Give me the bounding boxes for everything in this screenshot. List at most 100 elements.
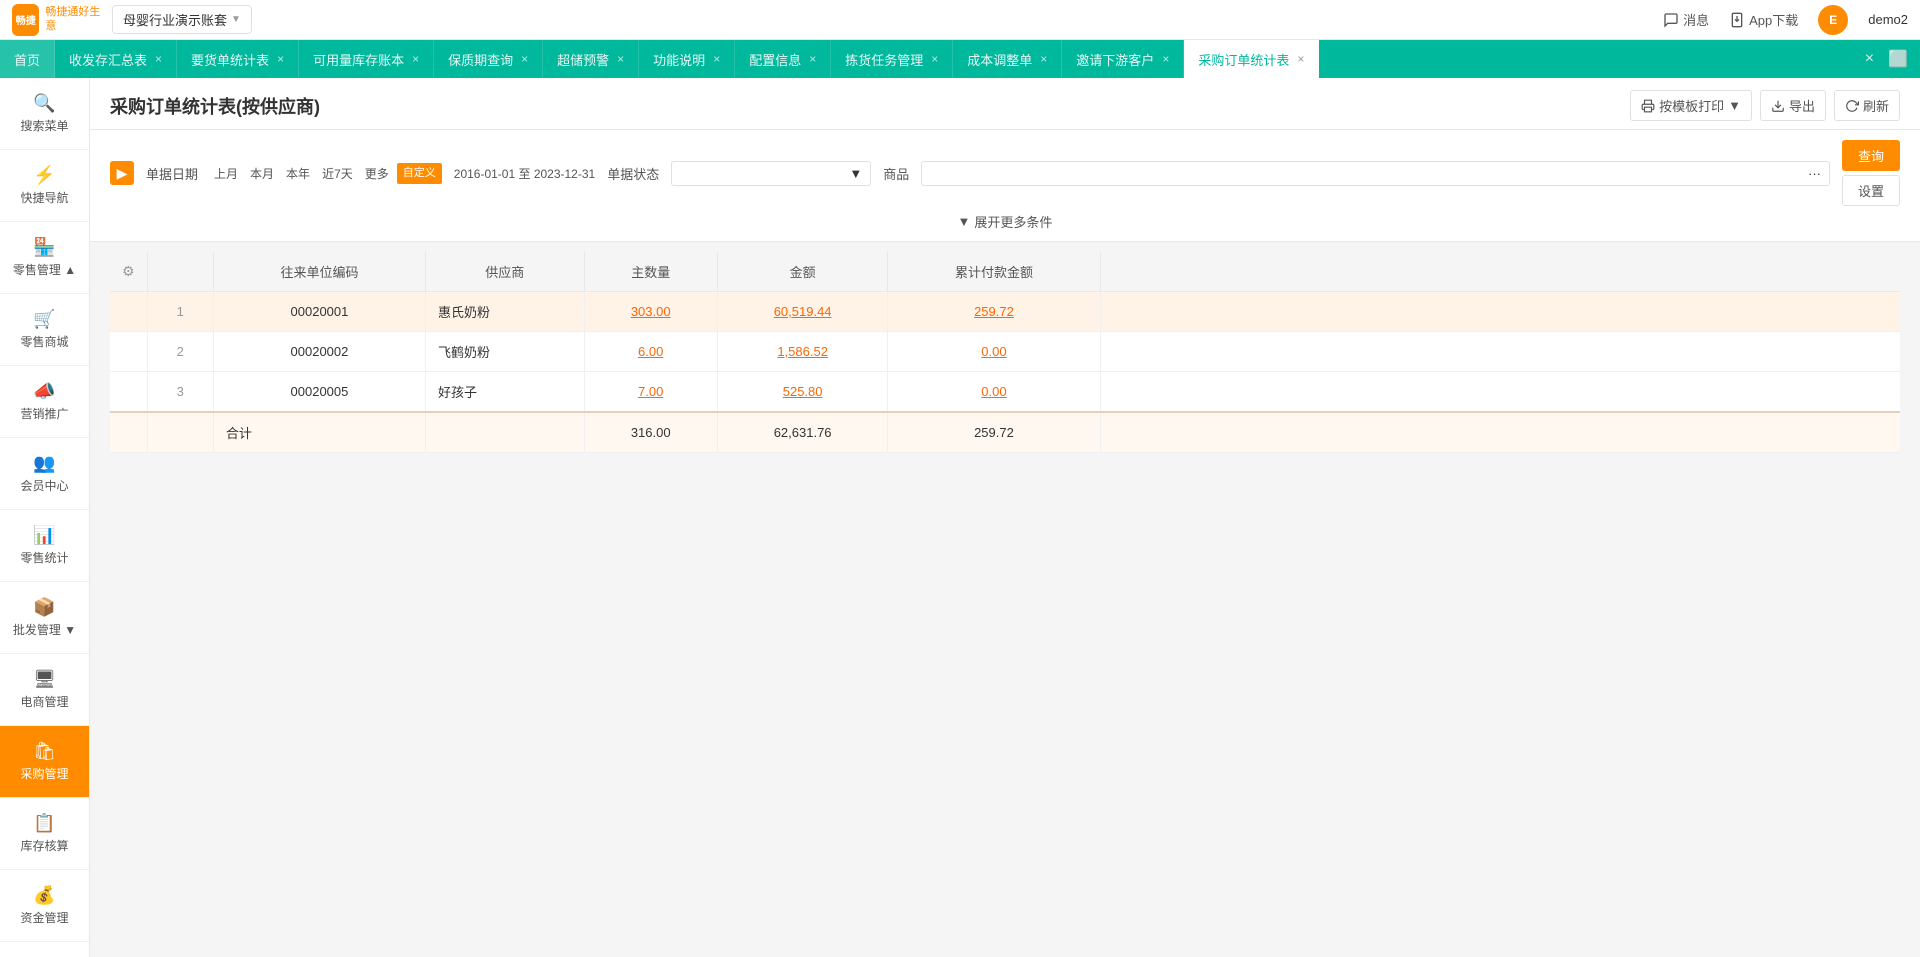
sidebar-item-ecommerce-label: 电商管理 [20, 695, 68, 711]
tab-chaozhu[interactable]: 超储预警 × [543, 40, 639, 78]
table-row[interactable]: 3 00020005 好孩子 7.00 525.80 0.00 [110, 372, 1900, 413]
sidebar-item-finance[interactable]: 💰 资金管理 [0, 870, 89, 942]
tab-close-all-button[interactable]: × [1861, 46, 1878, 72]
row-paid-cell[interactable]: 0.00 [888, 332, 1100, 372]
tab-jianhuo-close[interactable]: × [931, 53, 938, 65]
tab-chengben[interactable]: 成本调整单 × [953, 40, 1062, 78]
tab-peizhi-close[interactable]: × [809, 53, 816, 65]
row-supplier-cell: 惠氏奶粉 [425, 292, 584, 332]
tab-yaohuo-close[interactable]: × [277, 53, 284, 65]
retail-icon: 🏪 [33, 236, 55, 259]
workspace-label: 母婴行业演示账套 [123, 10, 227, 29]
tab-caigou-close[interactable]: × [1297, 53, 1304, 65]
row-amount-link[interactable]: 60,519.44 [774, 304, 832, 319]
table-settings-icon[interactable]: ⚙ [122, 263, 135, 279]
shortcut-more[interactable]: 更多 [361, 163, 393, 184]
sidebar-item-finance-label: 资金管理 [20, 911, 68, 927]
sidebar-item-operation[interactable]: 📈 经营管理 [0, 942, 89, 957]
expand-more-button[interactable]: ▼ 展开更多条件 [958, 212, 1053, 231]
tab-yaoqing-close[interactable]: × [1162, 53, 1169, 65]
row-amount-cell[interactable]: 1,586.52 [717, 332, 888, 372]
row-amount-cell[interactable]: 60,519.44 [717, 292, 888, 332]
row-amount-link[interactable]: 525.80 [783, 384, 823, 399]
query-button[interactable]: 查询 [1842, 140, 1900, 171]
tab-caigou-label: 采购订单统计表 [1198, 50, 1289, 69]
print-icon [1641, 99, 1655, 113]
shortcut-this-month[interactable]: 本月 [246, 163, 278, 184]
filter-goods-select[interactable]: ··· [921, 161, 1830, 186]
row-paid-link[interactable]: 0.00 [981, 344, 1006, 359]
tab-yaoqing[interactable]: 邀请下游客户 × [1062, 40, 1184, 78]
settings-button[interactable]: 设置 [1842, 175, 1900, 206]
expand-down-icon: ▼ [958, 214, 971, 229]
tab-shoufacun-label: 收发存汇总表 [69, 50, 147, 69]
tab-shoufacun-close[interactable]: × [155, 53, 162, 65]
tab-peizhi-label: 配置信息 [749, 50, 801, 69]
tab-baozhi[interactable]: 保质期查询 × [434, 40, 543, 78]
tab-keyongliang-close[interactable]: × [412, 53, 419, 65]
tab-gongneng-close[interactable]: × [713, 53, 720, 65]
sidebar-item-wholesale[interactable]: 📦 批发管理 ▼ [0, 582, 89, 654]
workspace-selector[interactable]: 母婴行业演示账套 ▼ [112, 5, 252, 34]
row-qty-cell[interactable]: 7.00 [584, 372, 717, 413]
sidebar-item-search[interactable]: 🔍 搜索菜单 [0, 78, 89, 150]
tab-peizhi[interactable]: 配置信息 × [735, 40, 831, 78]
row-amount-cell[interactable]: 525.80 [717, 372, 888, 413]
tab-home[interactable]: 首页 [0, 40, 55, 78]
row-paid-link[interactable]: 259.72 [974, 304, 1014, 319]
tab-gongneng[interactable]: 功能说明 × [639, 40, 735, 78]
tab-baozhi-close[interactable]: × [521, 53, 528, 65]
row-settings-cell [110, 292, 147, 332]
sidebar-item-member[interactable]: 👥 会员中心 [0, 438, 89, 510]
sidebar-item-retail[interactable]: 🏪 零售管理 ▲ [0, 222, 89, 294]
tab-yaohuo-label: 要货单统计表 [191, 50, 269, 69]
row-paid-cell[interactable]: 259.72 [888, 292, 1100, 332]
sidebar-item-purchase[interactable]: 🛍 采购管理 [0, 726, 89, 798]
refresh-button[interactable]: 刷新 [1834, 90, 1900, 121]
row-paid-link[interactable]: 0.00 [981, 384, 1006, 399]
user-avatar[interactable]: E [1818, 5, 1848, 35]
tab-chengben-close[interactable]: × [1040, 53, 1047, 65]
filter-status-select[interactable]: ▼ [671, 161, 871, 186]
sidebar-item-ecommerce[interactable]: 🖥 电商管理 [0, 654, 89, 726]
page-header: 采购订单统计表(按供应商) 按模板打印 ▼ 导出 刷新 [90, 78, 1920, 130]
filter-toggle-button[interactable]: ▶ [110, 161, 134, 185]
app-download-button[interactable]: App下载 [1729, 10, 1798, 29]
tab-caigou[interactable]: 采购订单统计表 × [1184, 40, 1319, 78]
filter-goods-more[interactable]: ··· [1808, 166, 1821, 181]
sidebar-item-retailshop-label: 零售商城 [20, 335, 68, 351]
row-num-cell: 1 [147, 292, 213, 332]
sidebar-item-retailshop[interactable]: 🛒 零售商城 [0, 294, 89, 366]
tab-keyongliang[interactable]: 可用量库存账本 × [299, 40, 434, 78]
row-paid-cell[interactable]: 0.00 [888, 372, 1100, 413]
export-button[interactable]: 导出 [1760, 90, 1826, 121]
row-amount-link[interactable]: 1,586.52 [777, 344, 828, 359]
table-body: 1 00020001 惠氏奶粉 303.00 60,519.44 259.72 … [110, 292, 1900, 413]
row-qty-link[interactable]: 303.00 [631, 304, 671, 319]
sidebar-item-purchase-label: 采购管理 [20, 767, 68, 783]
row-extra-cell [1100, 292, 1900, 332]
row-qty-link[interactable]: 7.00 [638, 384, 663, 399]
th-settings[interactable]: ⚙ [110, 252, 147, 292]
row-qty-link[interactable]: 6.00 [638, 344, 663, 359]
sidebar-item-quicknav[interactable]: ⚡ 快捷导航 [0, 150, 89, 222]
table-row[interactable]: 2 00020002 飞鹤奶粉 6.00 1,586.52 0.00 [110, 332, 1900, 372]
shortcut-7days[interactable]: 近7天 [318, 163, 357, 184]
tab-yaohuo[interactable]: 要货单统计表 × [177, 40, 299, 78]
row-settings-cell [110, 332, 147, 372]
message-button[interactable]: 消息 [1663, 10, 1709, 29]
row-qty-cell[interactable]: 6.00 [584, 332, 717, 372]
tab-jianhuo[interactable]: 拣货任务管理 × [831, 40, 953, 78]
tab-expand-button[interactable]: ⬜ [1884, 45, 1912, 73]
row-code-cell: 00020005 [213, 372, 425, 413]
tab-chaozhu-close[interactable]: × [617, 53, 624, 65]
sidebar-item-retailstat[interactable]: 📊 零售统计 [0, 510, 89, 582]
sidebar-item-marketing[interactable]: 📣 营销推广 [0, 366, 89, 438]
shortcut-this-year[interactable]: 本年 [282, 163, 314, 184]
table-row[interactable]: 1 00020001 惠氏奶粉 303.00 60,519.44 259.72 [110, 292, 1900, 332]
tab-shoufacun[interactable]: 收发存汇总表 × [55, 40, 177, 78]
print-button[interactable]: 按模板打印 ▼ [1630, 90, 1752, 121]
row-qty-cell[interactable]: 303.00 [584, 292, 717, 332]
shortcut-last-month[interactable]: 上月 [210, 163, 242, 184]
sidebar-item-inventory[interactable]: 📋 库存核算 [0, 798, 89, 870]
